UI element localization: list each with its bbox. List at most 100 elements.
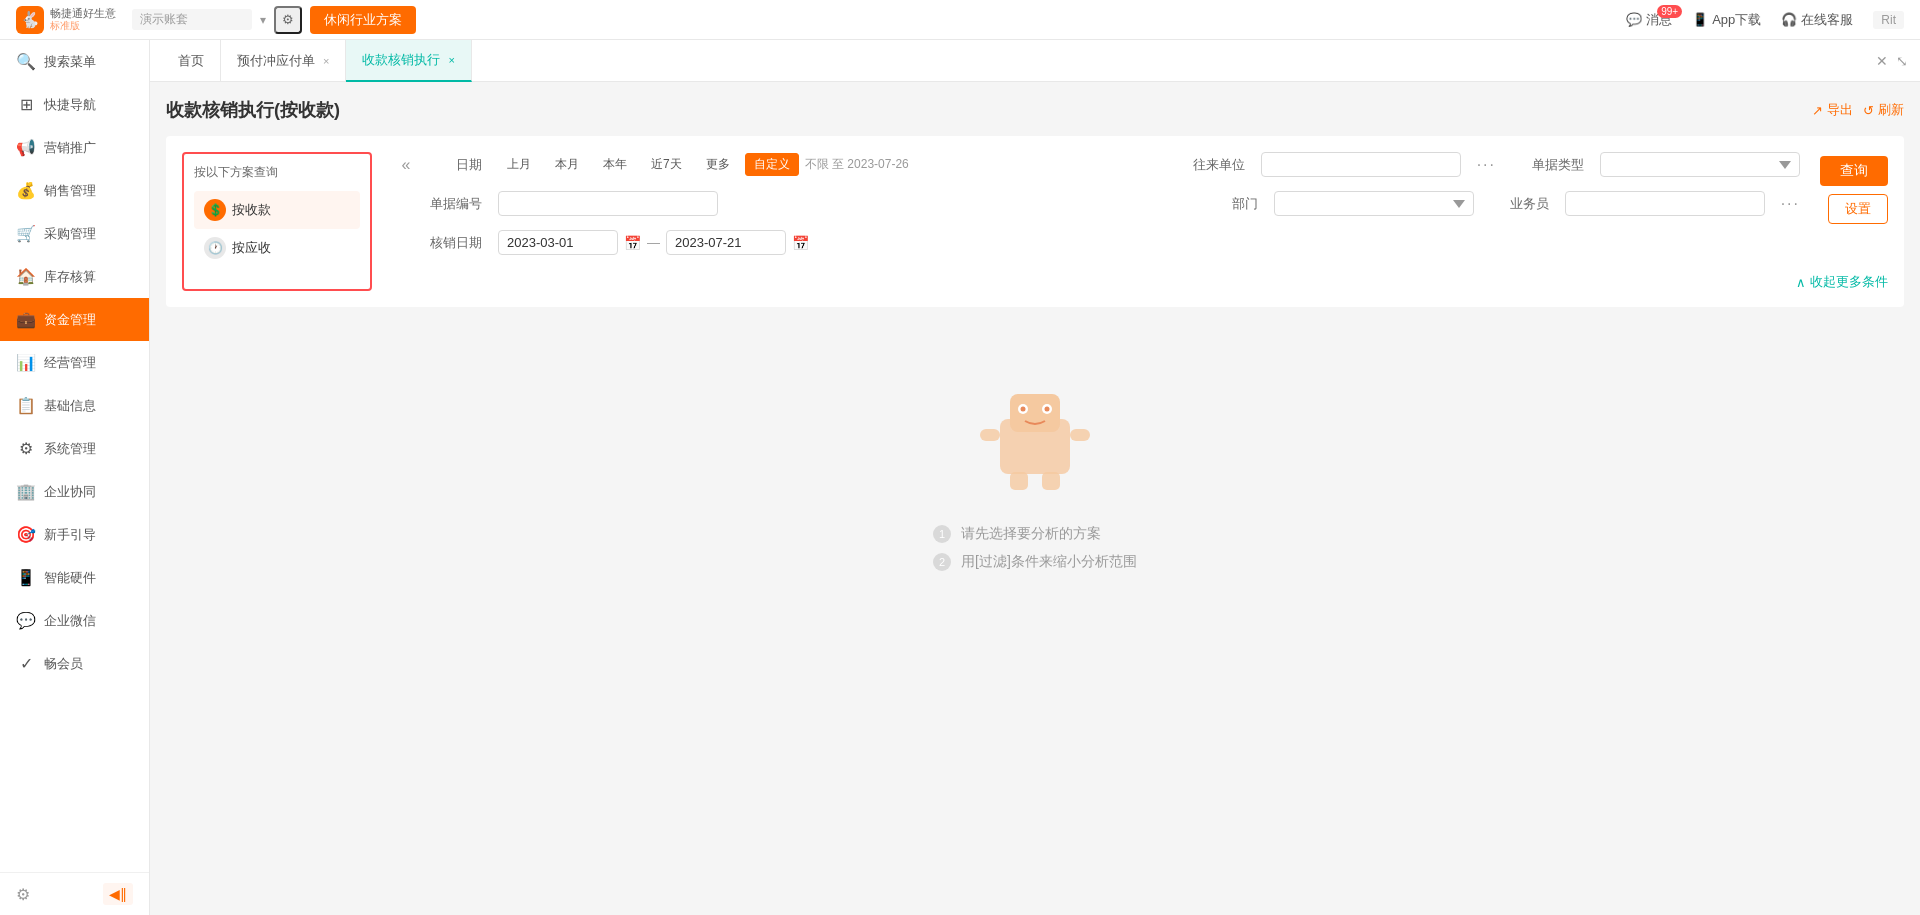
date-btn-this-month[interactable]: 本月 [546, 153, 588, 176]
sidebar-label-basic-info: 基础信息 [44, 397, 96, 415]
sidebar-item-quick-nav[interactable]: ⊞ 快捷导航 [0, 83, 149, 126]
online-service-button[interactable]: 🎧 在线客服 [1781, 11, 1853, 29]
sidebar-item-purchase[interactable]: 🛒 采购管理 [0, 212, 149, 255]
page-content: 收款核销执行(按收款) ↗ 导出 ↺ 刷新 按以下 [150, 82, 1920, 915]
dept-select[interactable] [1274, 191, 1474, 216]
sidebar-item-enterprise[interactable]: 🏢 企业协同 [0, 470, 149, 513]
filter-option-by-receivable[interactable]: 🕐 按应收 [194, 229, 360, 267]
svg-rect-6 [980, 429, 1000, 441]
sales-icon: 💰 [16, 181, 36, 200]
sidebar-item-search[interactable]: 🔍 搜索菜单 [0, 40, 149, 83]
tab-receipt-verify[interactable]: 收款核销执行 × [346, 40, 471, 82]
sidebar-item-marketing[interactable]: 📢 营销推广 [0, 126, 149, 169]
sidebar-item-wechat[interactable]: 💬 企业微信 [0, 599, 149, 642]
tab-prepay[interactable]: 预付冲应付单 × [221, 40, 346, 82]
settings-button[interactable]: ⚙ [274, 6, 302, 34]
filter-fields: 日期 上月 本月 本年 近7天 更多 自定义 不限 至 2023-07-26 [426, 152, 1888, 291]
empty-tip-1: 1 请先选择要分析的方案 [933, 519, 1137, 547]
sidebar-label-vip: 畅会员 [44, 655, 83, 673]
date-btn-more[interactable]: 更多 [697, 153, 739, 176]
sidebar-item-inventory[interactable]: 🏠 库存核算 [0, 255, 149, 298]
sidebar-label-funds: 资金管理 [44, 311, 96, 329]
header-right: 💬 消息 99+ 📱 App下载 🎧 在线客服 Rit [1626, 11, 1904, 29]
verify-date-start-input[interactable] [498, 230, 618, 255]
filter-row-verify-date: 核销日期 📅 — 📅 [426, 230, 1800, 255]
search-icon: 🔍 [16, 52, 36, 71]
filter-scheme-sidebar: 按以下方案查询 💲 按收款 🕐 按应收 [182, 152, 372, 291]
counterparty-input[interactable] [1261, 152, 1461, 177]
svg-rect-9 [1042, 472, 1060, 490]
staff-input[interactable] [1565, 191, 1765, 216]
date-btn-last-month[interactable]: 上月 [498, 153, 540, 176]
tip-num-2: 2 [933, 553, 951, 571]
top-header: 🐇 畅捷通好生意 标准版 演示账套 ▾ ⚙ 休闲行业方案 💬 消息 99+ 📱 … [0, 0, 1920, 40]
hardware-icon: 📱 [16, 568, 36, 587]
date-btn-this-year[interactable]: 本年 [594, 153, 636, 176]
tab-receipt-verify-close-icon[interactable]: × [448, 54, 454, 66]
sidebar-item-funds[interactable]: 💼 资金管理 [0, 298, 149, 341]
sidebar-item-basic-info[interactable]: 📋 基础信息 [0, 384, 149, 427]
voucher-type-label: 单据类型 [1532, 156, 1584, 174]
chevron-down-icon[interactable]: ▾ [260, 13, 266, 27]
filter-collapse-sidebar-button[interactable]: « [396, 152, 416, 291]
empty-state: 1 请先选择要分析的方案 2 用[过滤]条件来缩小分析范围 [166, 319, 1904, 635]
refresh-button[interactable]: ↺ 刷新 [1863, 101, 1904, 119]
date-btn-7-days[interactable]: 近7天 [642, 153, 691, 176]
sidebar-item-sales[interactable]: 💰 销售管理 [0, 169, 149, 212]
collapse-more-label: 收起更多条件 [1810, 273, 1888, 291]
industry-solution-button[interactable]: 休闲行业方案 [310, 6, 416, 34]
counterparty-dots[interactable]: ··· [1477, 156, 1496, 174]
verify-date-label: 核销日期 [426, 234, 482, 252]
svg-point-5 [1045, 407, 1050, 412]
close-all-tabs-icon[interactable]: ✕ [1876, 53, 1888, 69]
company-name[interactable]: 演示账套 [132, 9, 252, 30]
purchase-icon: 🛒 [16, 224, 36, 243]
filter-row-voucher: 单据编号 部门 业务员 ··· [426, 191, 1800, 216]
svg-rect-8 [1010, 472, 1028, 490]
system-icon: ⚙ [16, 439, 36, 458]
query-actions: 查询 设置 [1820, 152, 1888, 224]
sidebar-label-marketing: 营销推广 [44, 139, 96, 157]
logo-area: 🐇 畅捷通好生意 标准版 [16, 6, 116, 34]
voucher-no-input[interactable] [498, 191, 718, 216]
verify-date-start-cal-icon[interactable]: 📅 [624, 235, 641, 251]
collapse-more-conditions: ∧ 收起更多条件 [426, 273, 1888, 291]
filter-option-by-receipt[interactable]: 💲 按收款 [194, 191, 360, 229]
filter-sidebar-title: 按以下方案查询 [194, 164, 360, 181]
filter-settings-button[interactable]: 设置 [1828, 194, 1888, 224]
tab-bar: 首页 预付冲应付单 × 收款核销执行 × ✕ ⤡ [150, 40, 1920, 82]
expand-tab-icon[interactable]: ⤡ [1896, 53, 1908, 69]
svg-rect-7 [1070, 429, 1090, 441]
tab-home[interactable]: 首页 [162, 40, 221, 82]
sidebar-collapse-button[interactable]: ◀‖ [103, 883, 133, 905]
app-download-button[interactable]: 📱 App下载 [1692, 11, 1761, 29]
tab-prepay-close-icon[interactable]: × [323, 55, 329, 67]
sidebar-item-guide[interactable]: 🎯 新手引导 [0, 513, 149, 556]
by-receipt-icon: 💲 [204, 199, 226, 221]
staff-dots[interactable]: ··· [1781, 195, 1800, 213]
verify-date-end-input[interactable] [666, 230, 786, 255]
sidebar-settings-icon[interactable]: ⚙ [16, 885, 30, 904]
message-button[interactable]: 💬 消息 99+ [1626, 11, 1672, 29]
sidebar-item-hardware[interactable]: 📱 智能硬件 [0, 556, 149, 599]
query-button[interactable]: 查询 [1820, 156, 1888, 186]
sidebar-item-system[interactable]: ⚙ 系统管理 [0, 427, 149, 470]
empty-tip-2: 2 用[过滤]条件来缩小分析范围 [933, 547, 1137, 575]
date-btn-custom[interactable]: 自定义 [745, 153, 799, 176]
empty-tips: 1 请先选择要分析的方案 2 用[过滤]条件来缩小分析范围 [933, 519, 1137, 575]
verify-date-end-cal-icon[interactable]: 📅 [792, 235, 809, 251]
refresh-icon: ↺ [1863, 103, 1874, 118]
export-button[interactable]: ↗ 导出 [1812, 101, 1853, 119]
svg-point-4 [1021, 407, 1026, 412]
message-icon: 💬 [1626, 12, 1642, 27]
enterprise-icon: 🏢 [16, 482, 36, 501]
sidebar-item-operations[interactable]: 📊 经营管理 [0, 341, 149, 384]
user-info[interactable]: Rit [1873, 11, 1904, 29]
page-title: 收款核销执行(按收款) [166, 98, 340, 122]
empty-robot-illustration [975, 379, 1095, 499]
sidebar-bottom: ⚙ ◀‖ [0, 872, 149, 915]
date-no-limit: 不限 至 2023-07-26 [805, 156, 909, 173]
voucher-type-select[interactable] [1600, 152, 1800, 177]
collapse-more-button[interactable]: ∧ 收起更多条件 [1796, 273, 1888, 291]
sidebar-item-vip[interactable]: ✓ 畅会员 [0, 642, 149, 685]
